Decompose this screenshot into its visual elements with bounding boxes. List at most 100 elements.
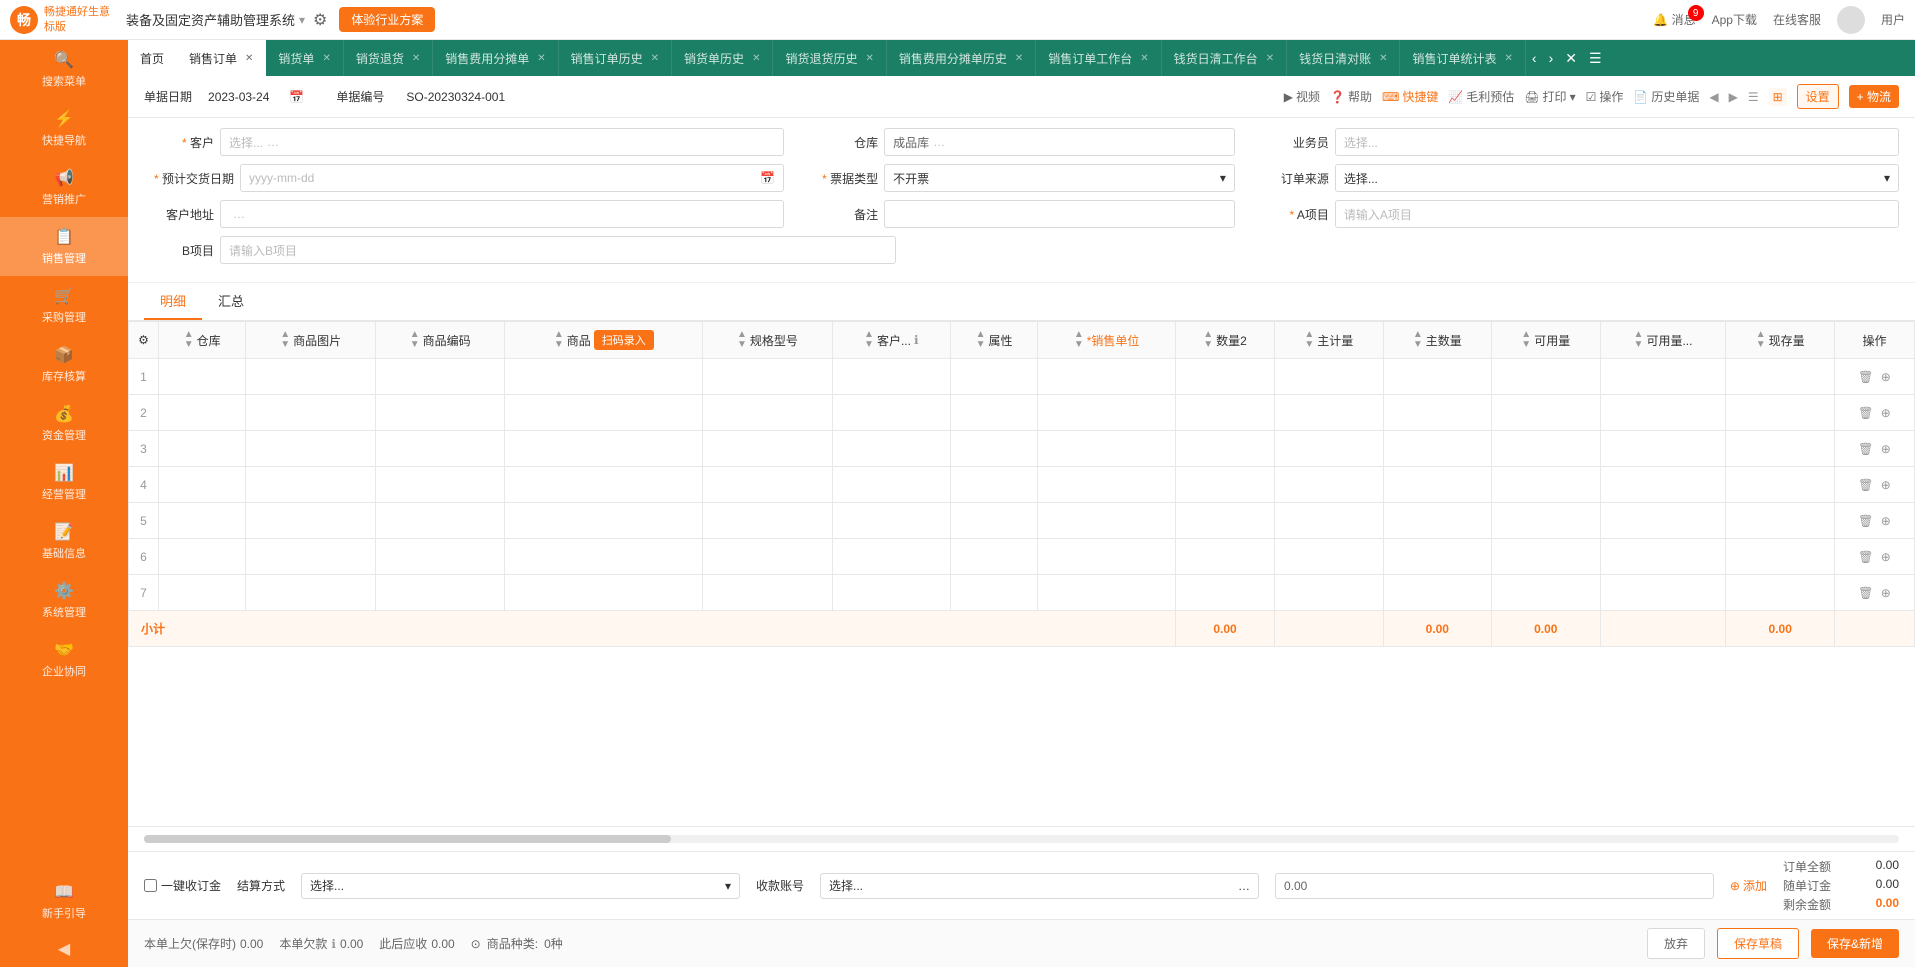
- staff-input[interactable]: 选择...: [1335, 128, 1899, 156]
- row-5-code[interactable]: [375, 503, 504, 539]
- sort-icon-current-qty[interactable]: ▲▼: [1756, 330, 1766, 350]
- row-1-copy-icon[interactable]: ⊕: [1881, 370, 1891, 384]
- delivery-date-input[interactable]: yyyy-mm-dd 📅: [240, 164, 784, 192]
- row-7-available[interactable]: [1492, 575, 1600, 611]
- settings-button[interactable]: 设置: [1797, 84, 1839, 109]
- sidebar-item-sales[interactable]: 📋 销售管理: [0, 217, 128, 276]
- tab-close-stats[interactable]: ✕: [1505, 53, 1513, 64]
- row-1-attr[interactable]: [950, 359, 1037, 395]
- sidebar-item-quick-nav[interactable]: ⚡ 快捷导航: [0, 99, 128, 158]
- row-2-unit[interactable]: [1038, 395, 1176, 431]
- row-5-product[interactable]: [505, 503, 703, 539]
- row-7-copy-icon[interactable]: ⊕: [1881, 586, 1891, 600]
- settings-icon[interactable]: ⚙: [313, 10, 327, 30]
- row-6-copy-icon[interactable]: ⊕: [1881, 550, 1891, 564]
- tab-close-sales-goods[interactable]: ✕: [322, 53, 330, 64]
- sort-icon-qty2[interactable]: ▲▼: [1203, 330, 1213, 350]
- sidebar-item-system[interactable]: ⚙️ 系统管理: [0, 571, 128, 630]
- row-3-delete-icon[interactable]: 🗑: [1858, 442, 1873, 456]
- invoice-select[interactable]: 不开票 ▾: [884, 164, 1235, 192]
- row-1-qty2[interactable]: [1175, 359, 1274, 395]
- nav-next-icon[interactable]: ▶: [1729, 90, 1738, 104]
- row-1-image[interactable]: [246, 359, 375, 395]
- row-4-spec[interactable]: [703, 467, 832, 503]
- sort-icon-attr[interactable]: ▲▼: [976, 330, 986, 350]
- row-1-spec[interactable]: [703, 359, 832, 395]
- sidebar-item-inventory[interactable]: 📦 库存核算: [0, 335, 128, 394]
- row-7-image[interactable]: [246, 575, 375, 611]
- dropdown-icon[interactable]: ▾: [299, 13, 305, 27]
- th-gear[interactable]: ⚙: [129, 322, 159, 359]
- row-4-available2[interactable]: [1600, 467, 1726, 503]
- save-new-button[interactable]: 保存&新增: [1811, 929, 1899, 958]
- row-2-available2[interactable]: [1600, 395, 1726, 431]
- tab-close-sales-order[interactable]: ✕: [245, 53, 253, 64]
- row-7-spec[interactable]: [703, 575, 832, 611]
- row-5-spec[interactable]: [703, 503, 832, 539]
- tab-close-return-history[interactable]: ✕: [865, 53, 873, 64]
- row-4-unit[interactable]: [1038, 467, 1176, 503]
- row-6-qty2[interactable]: [1175, 539, 1274, 575]
- row-7-main-qty[interactable]: [1383, 575, 1491, 611]
- print-action[interactable]: 🖨 打印 ▾: [1524, 88, 1575, 105]
- row-4-main-qty[interactable]: [1383, 467, 1491, 503]
- sort-icon-warehouse[interactable]: ▲▼: [184, 330, 194, 350]
- history-action[interactable]: 📄 历史单据: [1633, 88, 1699, 105]
- row-6-customer-no[interactable]: [832, 539, 950, 575]
- row-5-qty2[interactable]: [1175, 503, 1274, 539]
- row-4-main-unit[interactable]: [1275, 467, 1383, 503]
- profit-action[interactable]: 📈 毛利预估: [1448, 88, 1514, 105]
- row-5-unit[interactable]: [1038, 503, 1176, 539]
- row-4-customer-no[interactable]: [832, 467, 950, 503]
- sidebar-item-purchase[interactable]: 🛒 采购管理: [0, 276, 128, 335]
- add-goods-button[interactable]: + 物流: [1849, 85, 1899, 108]
- row-4-qty2[interactable]: [1175, 467, 1274, 503]
- remark-input[interactable]: [884, 200, 1235, 228]
- tab-close-reconcile[interactable]: ✕: [1379, 53, 1387, 64]
- tab-stats[interactable]: 销售订单统计表 ✕: [1400, 40, 1525, 76]
- tab-next-btn[interactable]: ›: [1543, 50, 1560, 66]
- tab-close-workbench[interactable]: ✕: [1140, 53, 1148, 64]
- row-3-code[interactable]: [375, 431, 504, 467]
- row-5-available[interactable]: [1492, 503, 1600, 539]
- tab-daily-clear[interactable]: 钱货日清工作台 ✕: [1162, 40, 1287, 76]
- list-view-icon[interactable]: ☰: [1748, 90, 1759, 104]
- row-5-main-qty[interactable]: [1383, 503, 1491, 539]
- row-7-code[interactable]: [375, 575, 504, 611]
- row-1-delete-icon[interactable]: 🗑: [1858, 370, 1873, 384]
- add-payment-btn[interactable]: ⊕ 添加: [1730, 877, 1767, 894]
- row-2-warehouse[interactable]: [159, 395, 246, 431]
- row-5-customer-no[interactable]: [832, 503, 950, 539]
- online-support-link[interactable]: 在线客服: [1773, 11, 1821, 28]
- row-3-current-qty[interactable]: [1726, 431, 1834, 467]
- row-1-code[interactable]: [375, 359, 504, 395]
- nav-prev-icon[interactable]: ◀: [1709, 90, 1718, 104]
- row-6-spec[interactable]: [703, 539, 832, 575]
- row-3-qty2[interactable]: [1175, 431, 1274, 467]
- row-2-code[interactable]: [375, 395, 504, 431]
- row-2-available[interactable]: [1492, 395, 1600, 431]
- app-download-link[interactable]: App下载: [1712, 11, 1757, 28]
- row-6-image[interactable]: [246, 539, 375, 575]
- sort-icon-image[interactable]: ▲▼: [280, 330, 290, 350]
- row-7-delete-icon[interactable]: 🗑: [1858, 586, 1873, 600]
- row-2-product[interactable]: [505, 395, 703, 431]
- row-7-available2[interactable]: [1600, 575, 1726, 611]
- tab-close-daily-clear[interactable]: ✕: [1266, 53, 1274, 64]
- payment-method-select[interactable]: 选择... ▾: [301, 873, 740, 899]
- scan-button[interactable]: 扫码录入: [594, 330, 654, 350]
- tab-close-sales-return[interactable]: ✕: [412, 53, 420, 64]
- row-5-image[interactable]: [246, 503, 375, 539]
- row-3-spec[interactable]: [703, 431, 832, 467]
- warehouse-dots[interactable]: …: [933, 135, 945, 149]
- row-2-attr[interactable]: [950, 395, 1037, 431]
- row-2-main-qty[interactable]: [1383, 395, 1491, 431]
- customer-dots[interactable]: …: [267, 135, 279, 149]
- address-dots[interactable]: …: [233, 207, 245, 221]
- row-1-customer-no[interactable]: [832, 359, 950, 395]
- sidebar-item-guide[interactable]: 📖 新手引导: [0, 872, 128, 931]
- delivery-calendar-icon[interactable]: 📅: [760, 171, 775, 185]
- row-6-current-qty[interactable]: [1726, 539, 1834, 575]
- row-7-warehouse[interactable]: [159, 575, 246, 611]
- order-source-select[interactable]: 选择... ▾: [1335, 164, 1899, 192]
